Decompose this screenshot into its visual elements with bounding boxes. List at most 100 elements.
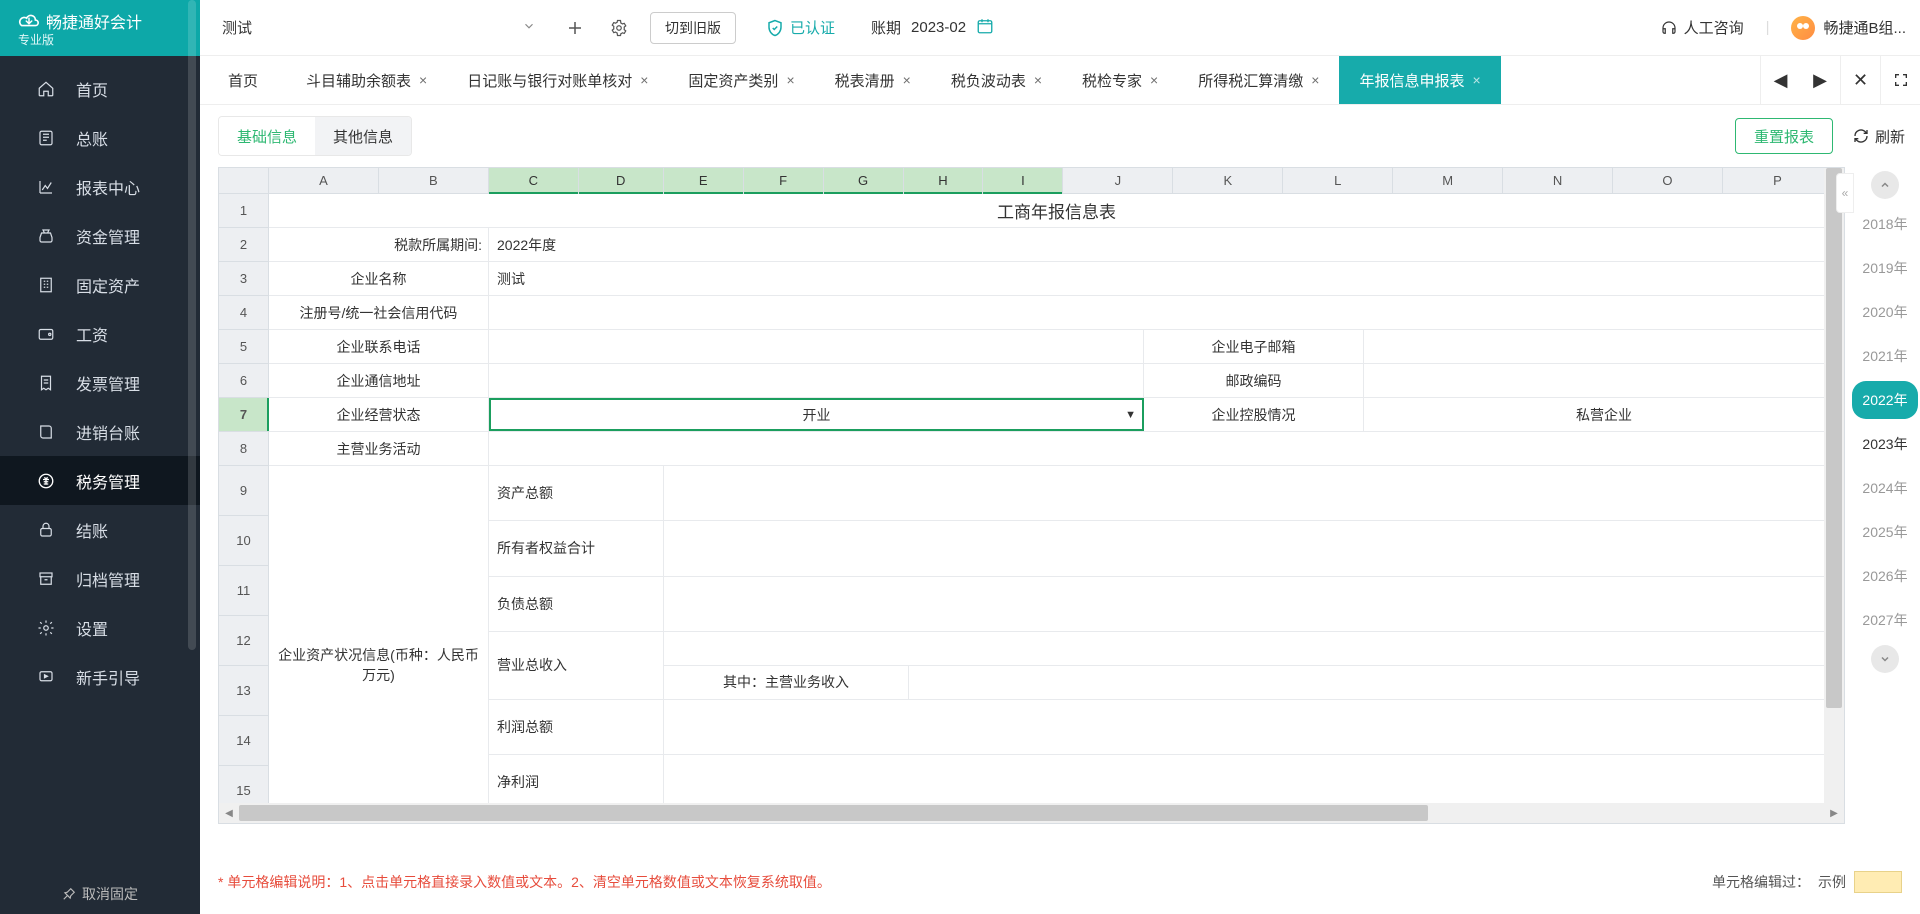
asset-info-merged[interactable]: 企业资产状况信息(币种：人民币万元) xyxy=(269,466,489,824)
col-H[interactable]: H xyxy=(904,168,984,193)
row-5[interactable]: 5 xyxy=(219,330,269,364)
tab-aux-balance[interactable]: 斗目辅助余额表× xyxy=(286,56,447,104)
row-10[interactable]: 10 xyxy=(219,516,269,566)
add-button[interactable] xyxy=(562,15,588,41)
year-2018[interactable]: 2018年 xyxy=(1862,205,1907,243)
year-2026[interactable]: 2026年 xyxy=(1862,557,1907,595)
year-2023[interactable]: 2023年 xyxy=(1862,425,1907,463)
collapse-year-panel[interactable]: « xyxy=(1836,173,1854,213)
close-icon[interactable]: × xyxy=(1150,72,1158,88)
refresh-button[interactable]: 刷新 xyxy=(1853,126,1905,147)
reset-report-button[interactable]: 重置报表 xyxy=(1735,118,1833,154)
year-down-button[interactable] xyxy=(1871,645,1899,673)
horizontal-scrollbar[interactable]: ◀ ▶ xyxy=(219,803,1844,823)
col-G[interactable]: G xyxy=(824,168,904,193)
close-icon[interactable]: × xyxy=(419,72,427,88)
col-B[interactable]: B xyxy=(379,168,489,193)
sidebar-item-funds[interactable]: 资金管理 xyxy=(0,211,200,260)
settings-button[interactable] xyxy=(606,15,632,41)
close-icon[interactable]: × xyxy=(786,72,794,88)
dropdown-arrow-icon: ▼ xyxy=(1125,409,1136,421)
col-I[interactable]: I xyxy=(983,168,1063,193)
sidebar-item-guide[interactable]: 新手引导 xyxy=(0,652,200,701)
col-D[interactable]: D xyxy=(579,168,664,193)
year-2025[interactable]: 2025年 xyxy=(1862,513,1907,551)
sidebar-item-close[interactable]: 结账 xyxy=(0,505,200,554)
tab-income-tax[interactable]: 所得税汇算清缴× xyxy=(1178,56,1339,104)
row-3[interactable]: 3 xyxy=(219,262,269,296)
row-12[interactable]: 12 xyxy=(219,616,269,666)
sidebar-scrollbar[interactable] xyxy=(188,0,196,914)
year-2019[interactable]: 2019年 xyxy=(1862,249,1907,287)
row-9[interactable]: 9 xyxy=(219,466,269,516)
year-up-button[interactable] xyxy=(1871,171,1899,199)
tab-asset-cat[interactable]: 固定资产类别× xyxy=(668,56,814,104)
tab-close-all-button[interactable]: ✕ xyxy=(1840,56,1880,105)
col-O[interactable]: O xyxy=(1613,168,1723,193)
user-menu[interactable]: 畅捷通B组... xyxy=(1791,16,1906,40)
sidebar-item-assets[interactable]: 固定资产 xyxy=(0,260,200,309)
scroll-left-icon[interactable]: ◀ xyxy=(219,803,239,823)
col-C[interactable]: C xyxy=(489,168,579,193)
col-M[interactable]: M xyxy=(1393,168,1503,193)
scroll-right-icon[interactable]: ▶ xyxy=(1824,803,1844,823)
sidebar-item-settings[interactable]: 设置 xyxy=(0,603,200,652)
row-11[interactable]: 11 xyxy=(219,566,269,616)
year-2024[interactable]: 2024年 xyxy=(1862,469,1907,507)
row-7[interactable]: 7 xyxy=(219,398,269,432)
sidebar-item-salary[interactable]: 工资 xyxy=(0,309,200,358)
col-P[interactable]: P xyxy=(1723,168,1833,193)
sidebar-item-archive[interactable]: 归档管理 xyxy=(0,554,200,603)
tab-prev-button[interactable]: ◀ xyxy=(1760,56,1800,105)
tab-journal-bank[interactable]: 日记账与银行对账单核对× xyxy=(447,56,668,104)
invoice-icon xyxy=(35,374,57,392)
tab-tax-fluct[interactable]: 税负波动表× xyxy=(931,56,1062,104)
col-A[interactable]: A xyxy=(269,168,379,193)
year-2027[interactable]: 2027年 xyxy=(1862,601,1907,639)
row-14[interactable]: 14 xyxy=(219,716,269,766)
sidebar-item-inventory[interactable]: 进销台账 xyxy=(0,407,200,456)
switch-old-button[interactable]: 切到旧版 xyxy=(650,12,736,44)
row-13[interactable]: 13 xyxy=(219,666,269,716)
close-icon[interactable]: × xyxy=(903,72,911,88)
seg-basic-info[interactable]: 基础信息 xyxy=(219,117,315,155)
row-8[interactable]: 8 xyxy=(219,432,269,466)
col-N[interactable]: N xyxy=(1503,168,1613,193)
select-all-cell[interactable] xyxy=(219,168,269,193)
col-F[interactable]: F xyxy=(744,168,824,193)
close-icon[interactable]: × xyxy=(1311,72,1319,88)
sidebar-item-reports[interactable]: 报表中心 xyxy=(0,162,200,211)
col-K[interactable]: K xyxy=(1173,168,1283,193)
year-2020[interactable]: 2020年 xyxy=(1862,293,1907,331)
fullscreen-button[interactable] xyxy=(1880,56,1920,105)
row-2[interactable]: 2 xyxy=(219,228,269,262)
consult-button[interactable]: 人工咨询 xyxy=(1660,17,1744,38)
row-6[interactable]: 6 xyxy=(219,364,269,398)
tab-annual-report[interactable]: 年报信息申报表× xyxy=(1339,56,1500,104)
close-icon[interactable]: × xyxy=(1034,72,1042,88)
close-icon[interactable]: × xyxy=(1472,72,1480,88)
company-selector[interactable]: 测试 xyxy=(214,11,544,45)
col-E[interactable]: E xyxy=(664,168,744,193)
year-2021[interactable]: 2021年 xyxy=(1862,337,1907,375)
seg-other-info[interactable]: 其他信息 xyxy=(315,117,411,155)
row-4[interactable]: 4 xyxy=(219,296,269,330)
pin-toggle[interactable]: 取消固定 xyxy=(0,884,200,904)
sidebar-item-invoice[interactable]: 发票管理 xyxy=(0,358,200,407)
sheet-title[interactable]: 工商年报信息表 xyxy=(269,194,1844,227)
sidebar-item-tax[interactable]: 税务管理 xyxy=(0,456,200,505)
tab-home[interactable]: 首页 xyxy=(200,56,286,104)
tab-tax-list[interactable]: 税表清册× xyxy=(815,56,931,104)
tab-next-button[interactable]: ▶ xyxy=(1800,56,1840,105)
tab-tax-expert[interactable]: 税检专家× xyxy=(1062,56,1178,104)
close-icon[interactable]: × xyxy=(640,72,648,88)
row-1[interactable]: 1 xyxy=(219,194,269,228)
vertical-scrollbar[interactable] xyxy=(1824,168,1844,803)
business-status-dropdown[interactable]: 开业▼ xyxy=(489,398,1144,431)
sidebar-item-home[interactable]: 首页 xyxy=(0,64,200,113)
calendar-icon[interactable] xyxy=(976,17,994,39)
col-J[interactable]: J xyxy=(1063,168,1173,193)
year-2022[interactable]: 2022年 xyxy=(1852,381,1917,419)
sidebar-item-ledger[interactable]: 总账 xyxy=(0,113,200,162)
col-L[interactable]: L xyxy=(1283,168,1393,193)
